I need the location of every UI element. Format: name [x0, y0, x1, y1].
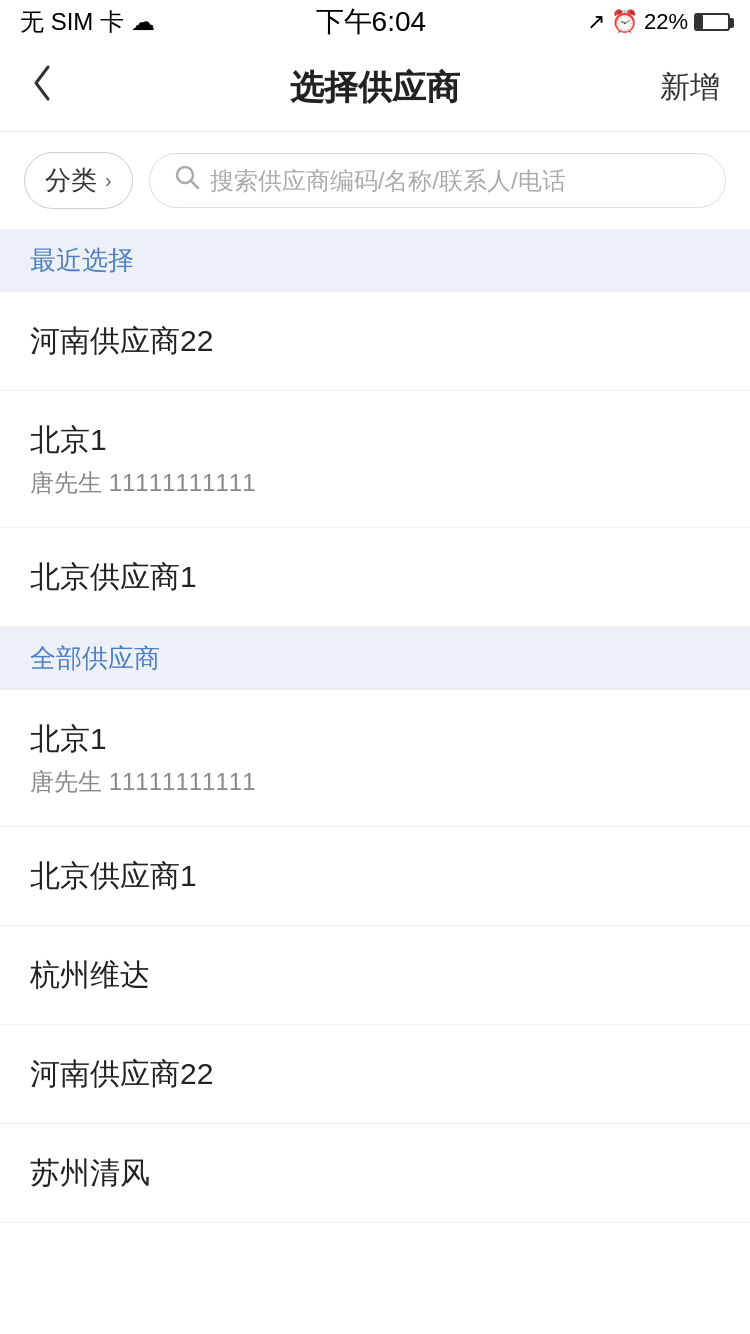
- status-left: 无 SIM 卡 ☁: [20, 6, 155, 38]
- search-box: [149, 153, 726, 208]
- nav-bar: 选择供应商 新增: [0, 44, 750, 132]
- sim-status: 无 SIM 卡 ☁: [20, 6, 155, 38]
- search-icon: [174, 164, 200, 197]
- all-items-list: 北京1 唐先生 11111111111 北京供应商1 杭州维达河南供应商22 苏州清风: [0, 690, 750, 1223]
- item-name: 杭州维达: [30, 954, 720, 996]
- alarm-icon: ⏰: [611, 9, 638, 35]
- status-right: ↗ ⏰ 22%: [587, 9, 730, 35]
- item-name: 河南供应商22: [30, 1053, 720, 1095]
- item-name: 北京1: [30, 718, 720, 760]
- chevron-right-icon: ›: [105, 169, 112, 192]
- list-item[interactable]: 北京1 唐先生 11111111111: [0, 690, 750, 827]
- list-item[interactable]: 北京1 唐先生 11111111111: [0, 391, 750, 528]
- page-title: 选择供应商: [290, 65, 460, 111]
- item-name: 河南供应商22: [30, 320, 720, 362]
- svg-line-1: [191, 181, 198, 188]
- status-bar: 无 SIM 卡 ☁ 下午6:04 ↗ ⏰ 22%: [0, 0, 750, 44]
- battery-label: 22%: [644, 9, 688, 35]
- item-name: 北京供应商1: [30, 556, 720, 598]
- item-name: 苏州清风: [30, 1152, 720, 1194]
- location-icon: ↗: [587, 9, 605, 35]
- list-item[interactable]: 河南供应商22: [0, 292, 750, 391]
- category-filter[interactable]: 分类 ›: [24, 152, 133, 209]
- list-item[interactable]: 北京供应商1: [0, 528, 750, 627]
- list-item[interactable]: 河南供应商22: [0, 1025, 750, 1124]
- battery-icon: [694, 13, 730, 31]
- back-button[interactable]: [30, 63, 90, 112]
- list-item[interactable]: 北京供应商1: [0, 827, 750, 926]
- recent-section-label: 最近选择: [30, 245, 134, 275]
- list-item[interactable]: 杭州维达: [0, 926, 750, 1025]
- search-input[interactable]: [210, 167, 701, 195]
- filter-row: 分类 ›: [0, 132, 750, 229]
- add-button[interactable]: 新增: [660, 67, 720, 108]
- recent-section-header: 最近选择: [0, 229, 750, 292]
- all-section-label: 全部供应商: [30, 643, 160, 673]
- recent-items-list: 河南供应商22 北京1 唐先生 11111111111 北京供应商1: [0, 292, 750, 627]
- item-sub: 唐先生 11111111111: [30, 467, 720, 499]
- status-time: 下午6:04: [316, 3, 427, 41]
- item-sub: 唐先生 11111111111: [30, 766, 720, 798]
- all-section-header: 全部供应商: [0, 627, 750, 690]
- category-label: 分类: [45, 163, 97, 198]
- item-name: 北京供应商1: [30, 855, 720, 897]
- item-name: 北京1: [30, 419, 720, 461]
- list-item[interactable]: 苏州清风: [0, 1124, 750, 1223]
